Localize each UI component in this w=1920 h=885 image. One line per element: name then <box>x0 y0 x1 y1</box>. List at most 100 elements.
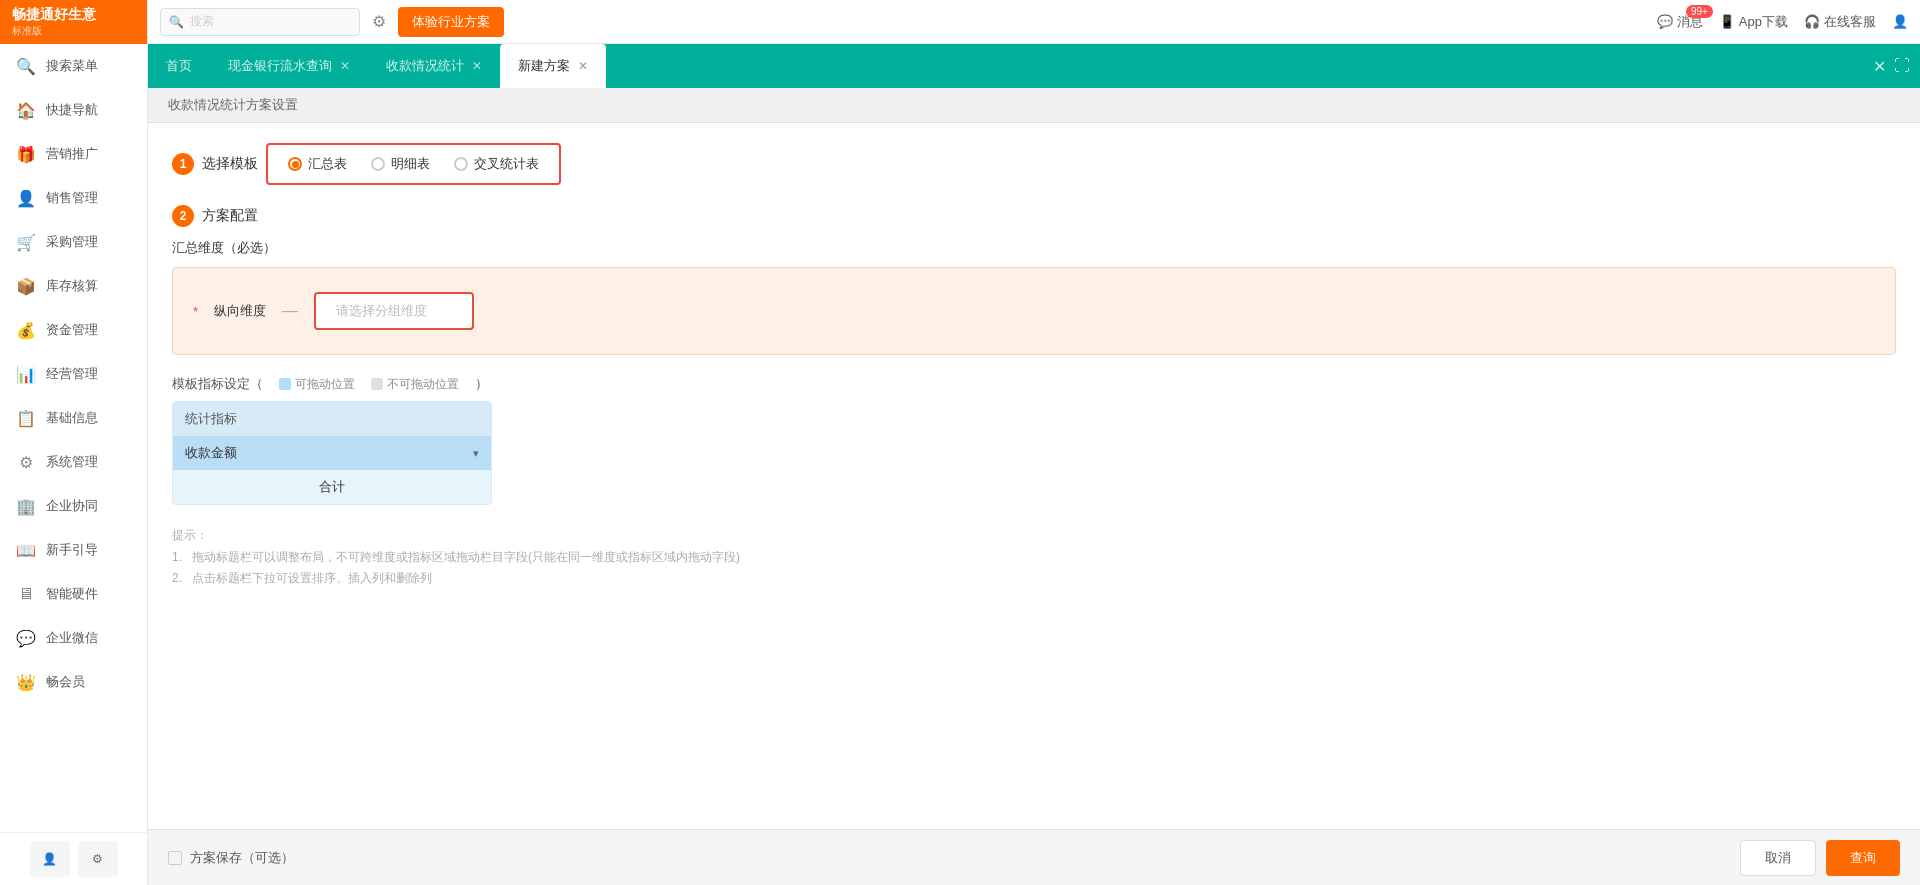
fixed-dot <box>371 378 383 390</box>
metrics-table-header: 统计指标 <box>173 402 491 436</box>
dimension-container: 汇总维度（必选） * 纵向维度 — 请选择分组维度 <box>172 239 1896 355</box>
cancel-button[interactable]: 取消 <box>1740 840 1816 876</box>
radio-summary[interactable]: 汇总表 <box>288 155 347 173</box>
sidebar-item-marketing[interactable]: 🎁营销推广 <box>0 132 147 176</box>
sidebar-item-enterprise[interactable]: 🏢企业协同 <box>0 484 147 528</box>
topbar-search-box: 🔍 搜索 <box>160 8 360 36</box>
page-body: 1 选择模板 汇总表 明细表 交叉统计表 <box>148 123 1920 829</box>
sidebar-item-quick-nav[interactable]: 🏠快捷导航 <box>0 88 147 132</box>
tab-new-plan-close[interactable]: ✕ <box>578 59 588 73</box>
tab-receipt-stats[interactable]: 收款情况统计 ✕ <box>368 44 500 88</box>
radio-cross-label: 交叉统计表 <box>474 155 539 173</box>
support-icon: 🎧 <box>1804 14 1820 29</box>
sidebar-item-label-basic-info: 基础信息 <box>46 409 98 427</box>
dimension-select[interactable]: 请选择分组维度 <box>314 292 474 330</box>
row-dimension-label: 纵向维度 <box>214 302 266 320</box>
topbar-right: 💬 消息 99+ 📱 App下载 🎧 在线客服 👤 <box>1657 13 1908 31</box>
sidebar-item-purchase[interactable]: 🛒 采购管理 <box>0 220 147 264</box>
sidebar-item-label-guide: 新手引导 <box>46 541 98 559</box>
step1-label: 选择模板 <box>202 155 258 173</box>
trial-button[interactable]: 体验行业方案 <box>398 7 504 37</box>
sidebar: 畅捷通好生意 标准版 🔍搜索菜单🏠快捷导航🎁营销推广👤销售管理 🛒 采购管理 📦库存核… <box>0 0 148 885</box>
tab-cashflow[interactable]: 现金银行流水查询 ✕ <box>210 44 368 88</box>
step1-row: 1 选择模板 汇总表 明细表 交叉统计表 <box>172 143 1896 185</box>
radio-summary-inner <box>292 161 299 168</box>
metrics-row-header[interactable]: 收款金额 ▾ <box>173 436 491 470</box>
inventory-icon: 📦 <box>16 276 36 296</box>
metrics-row-total: 合计 <box>173 470 491 504</box>
radio-cross-circle <box>454 157 468 171</box>
tabbar-actions: ✕ ⛶ <box>1873 57 1920 76</box>
radio-detail[interactable]: 明细表 <box>371 155 430 173</box>
tab-new-plan-label: 新建方案 <box>518 57 570 75</box>
sidebar-item-label-enterprise: 企业协同 <box>46 497 98 515</box>
chevron-down-icon[interactable]: ▾ <box>473 447 479 460</box>
sidebar-item-wechat[interactable]: 💬企业微信 <box>0 616 147 660</box>
page-breadcrumb: 收款情况统计方案设置 <box>148 88 1920 123</box>
metric-total-label: 合计 <box>319 479 345 494</box>
save-checkbox[interactable] <box>168 851 182 865</box>
fixed-label: 不可拖动位置 <box>387 376 459 393</box>
user-avatar[interactable]: 👤 <box>1892 14 1908 29</box>
tab-new-plan[interactable]: 新建方案 ✕ <box>500 44 606 88</box>
radio-detail-label: 明细表 <box>391 155 430 173</box>
metrics-label-row: 模板指标设定（ 可拖动位置 不可拖动位置 ） <box>172 375 1896 393</box>
tab-receipt-stats-close[interactable]: ✕ <box>472 59 482 73</box>
sidebar-item-basic-info[interactable]: 📋 基础信息 <box>0 396 147 440</box>
tips-section: 提示： 拖动标题栏可以调整布局，不可跨维度或指标区域拖动栏目字段(只能在同一维度… <box>172 525 1896 590</box>
finance-icon: 💰 <box>16 320 36 340</box>
expand-icon[interactable]: ⛶ <box>1894 57 1910 75</box>
sidebar-menu: 🔍搜索菜单🏠快捷导航🎁营销推广👤销售管理 🛒 采购管理 📦库存核算💰资金管理📊经营管理… <box>0 44 147 832</box>
sidebar-item-label-operations: 经营管理 <box>46 365 98 383</box>
sidebar-item-search-menu[interactable]: 🔍搜索菜单 <box>0 44 147 88</box>
query-button[interactable]: 查询 <box>1826 840 1900 876</box>
required-mark: * <box>193 304 198 319</box>
sidebar-item-hardware[interactable]: 🖥智能硬件 <box>0 572 147 616</box>
metrics-table: 统计指标 收款金额 ▾ 合计 <box>172 401 492 505</box>
step2-section: 2 方案配置 汇总维度（必选） * 纵向维度 — 请选择分组维度 <box>172 205 1896 590</box>
sidebar-item-label-purchase: 采购管理 <box>46 233 98 251</box>
radio-cross[interactable]: 交叉统计表 <box>454 155 539 173</box>
tab-receipt-stats-label: 收款情况统计 <box>386 57 464 75</box>
radio-summary-circle <box>288 157 302 171</box>
sidebar-logo: 畅捷通好生意 标准版 <box>0 0 147 44</box>
search-menu-icon: 🔍 <box>16 56 36 76</box>
tab-home[interactable]: 首页 <box>148 44 210 88</box>
save-label: 方案保存（可选） <box>190 849 294 867</box>
main-area: 🔍 搜索 ⚙ 体验行业方案 💬 消息 99+ 📱 App下载 🎧 在线客服 👤 <box>148 0 1920 885</box>
purchase-icon: 🛒 <box>16 232 36 252</box>
support-link[interactable]: 🎧 在线客服 <box>1804 13 1876 31</box>
dimension-title: 汇总维度（必选） <box>172 239 1896 257</box>
member-icon: 👑 <box>16 672 36 692</box>
sidebar-item-inventory[interactable]: 📦库存核算 <box>0 264 147 308</box>
sidebar-item-finance[interactable]: 💰资金管理 <box>0 308 147 352</box>
guide-icon: 📖 <box>16 540 36 560</box>
tab-cashflow-close[interactable]: ✕ <box>340 59 350 73</box>
download-icon: 📱 <box>1719 14 1735 29</box>
tips-prefix: 提示： <box>172 528 215 542</box>
step2-row: 2 方案配置 <box>172 205 1896 227</box>
settings-icon[interactable]: ⚙ <box>372 12 386 31</box>
sidebar-item-member[interactable]: 👑畅会员 <box>0 660 147 704</box>
download-link[interactable]: 📱 App下载 <box>1719 13 1788 31</box>
radio-summary-label: 汇总表 <box>308 155 347 173</box>
sidebar-item-label-quick-nav: 快捷导航 <box>46 101 98 119</box>
sidebar-bottom-btn-1[interactable]: 👤 <box>30 841 70 877</box>
template-options-group: 汇总表 明细表 交叉统计表 <box>266 143 561 185</box>
metrics-suffix: ） <box>475 375 488 393</box>
basic-info-icon: 📋 <box>16 408 36 428</box>
message-badge[interactable]: 💬 消息 99+ <box>1657 13 1703 31</box>
tip-1: 拖动标题栏可以调整布局，不可跨维度或指标区域拖动栏目字段(只能在同一维度或指标区… <box>172 547 1896 569</box>
sidebar-item-system[interactable]: ⚙系统管理 <box>0 440 147 484</box>
sidebar-item-sales[interactable]: 👤销售管理 <box>0 176 147 220</box>
logo-name: 畅捷通好生意 <box>12 6 96 24</box>
save-option: 方案保存（可选） <box>168 849 294 867</box>
metrics-header-label: 统计指标 <box>185 410 237 428</box>
metrics-container: 模板指标设定（ 可拖动位置 不可拖动位置 ） 统计指标 <box>172 375 1896 505</box>
sidebar-item-operations[interactable]: 📊经营管理 <box>0 352 147 396</box>
sidebar-item-guide[interactable]: 📖 新手引导 <box>0 528 147 572</box>
search-icon: 🔍 <box>169 15 184 29</box>
sidebar-item-label-marketing: 营销推广 <box>46 145 98 163</box>
sidebar-bottom-btn-2[interactable]: ⚙ <box>78 841 118 877</box>
close-all-icon[interactable]: ✕ <box>1873 57 1886 76</box>
